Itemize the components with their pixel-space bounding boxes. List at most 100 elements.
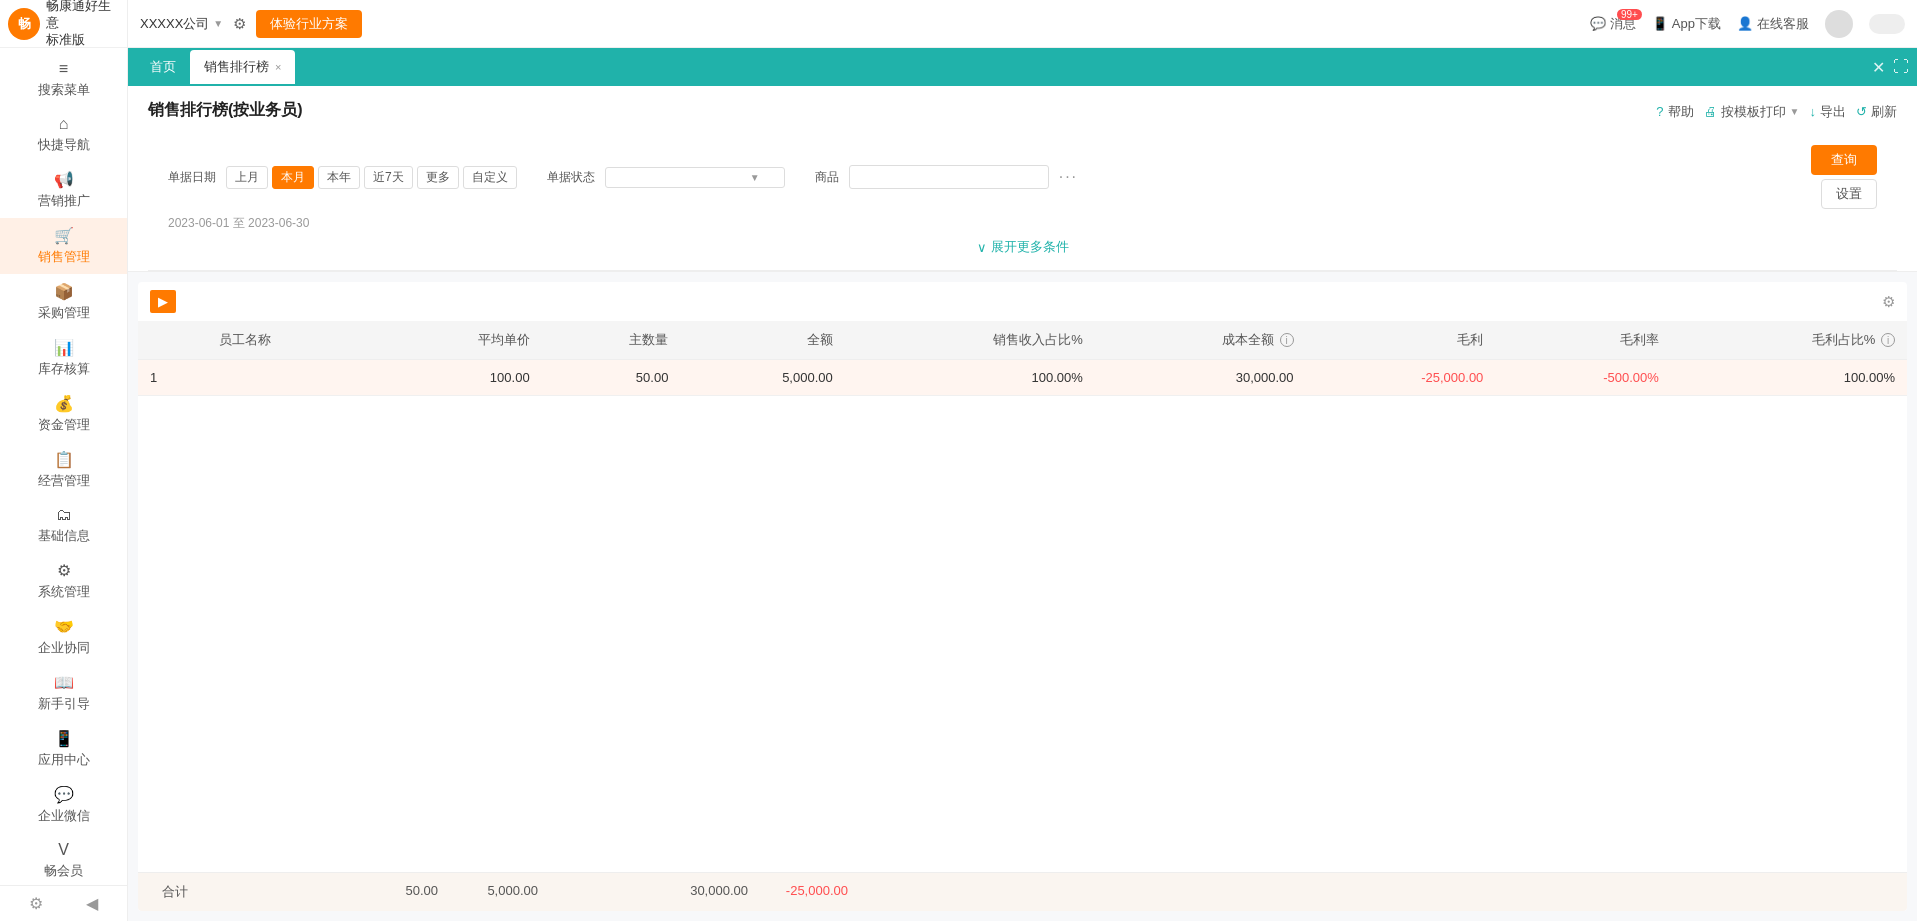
- data-table-container: ▶ ⚙ 员工名称 平均单价 主数量 全额 销售收入占比% 成本全额 i 毛利 毛: [138, 282, 1907, 911]
- table-empty-space: [138, 396, 1907, 872]
- refresh-label: 刷新: [1871, 103, 1897, 121]
- export-label: 导出: [1820, 103, 1846, 121]
- sidebar-item-2[interactable]: 📢 营销推广: [0, 162, 127, 218]
- date-btn-7days[interactable]: 近7天: [364, 166, 413, 189]
- col-gross-ratio: 毛利占比% i: [1671, 321, 1907, 360]
- app-label: App下载: [1672, 15, 1721, 33]
- cost-info-icon[interactable]: i: [1280, 333, 1294, 347]
- topbar-gear-icon[interactable]: ⚙: [233, 15, 246, 33]
- export-icon: ↓: [1810, 104, 1817, 119]
- company-selector[interactable]: XXXXX公司 ▼: [140, 15, 223, 33]
- tab-sales-ranking[interactable]: 销售排行榜 ×: [190, 50, 295, 84]
- help-button[interactable]: ? 帮助: [1656, 103, 1693, 121]
- query-button[interactable]: 查询: [1811, 145, 1877, 175]
- service-label: 在线客服: [1757, 15, 1809, 33]
- sidebar-item-9[interactable]: ⚙系统管理: [0, 553, 127, 609]
- sidebar-item-4[interactable]: 📦采购管理: [0, 274, 127, 330]
- export-button[interactable]: ↓ 导出: [1810, 103, 1847, 121]
- sidebar-item-6[interactable]: 💰资金管理: [0, 386, 127, 442]
- status-filter-label: 单据状态: [547, 169, 595, 186]
- date-filter-label: 单据日期: [168, 169, 216, 186]
- page-title: 销售排行榜(按业务员): [148, 100, 303, 121]
- date-btn-more[interactable]: 更多: [417, 166, 459, 189]
- sidebar-item-3[interactable]: 🛒销售管理: [0, 218, 127, 274]
- gross-ratio-info-icon[interactable]: i: [1881, 333, 1895, 347]
- sidebar-item-11[interactable]: 📖新手引导: [0, 665, 127, 721]
- nav-label-4: 采购管理: [38, 304, 90, 322]
- sidebar-item-13[interactable]: 💬企业微信: [0, 777, 127, 833]
- chevron-down-icon: ∨: [977, 240, 987, 255]
- tab-home-label: 首页: [150, 58, 176, 76]
- refresh-button[interactable]: ↺ 刷新: [1856, 103, 1897, 121]
- tab-close-icon[interactable]: ×: [275, 61, 281, 73]
- nav-icon-6: 💰: [54, 394, 74, 413]
- avatar[interactable]: [1825, 10, 1853, 38]
- goods-search-input[interactable]: [858, 170, 1040, 184]
- col-qty: 主数量: [542, 321, 681, 360]
- logo-icon: 畅: [8, 8, 40, 40]
- nav-label-10: 企业协同: [38, 639, 90, 657]
- trial-button[interactable]: 体验行业方案: [256, 10, 362, 38]
- nav-label-5: 库存核算: [38, 360, 90, 378]
- user-menu[interactable]: [1869, 14, 1905, 34]
- table-body: 1 100.00 50.00 5,000.00 100.00% 30,000.0…: [138, 360, 1907, 396]
- footer-avg-price: [270, 883, 360, 901]
- date-btn-custom[interactable]: 自定义: [463, 166, 517, 189]
- logo: 畅 畅康通好生意 标准版: [0, 0, 127, 48]
- tab-home[interactable]: 首页: [136, 50, 190, 84]
- settings-icon[interactable]: ⚙: [29, 894, 43, 913]
- date-btn-curr-month[interactable]: 本月: [272, 166, 314, 189]
- data-table: 员工名称 平均单价 主数量 全额 销售收入占比% 成本全额 i 毛利 毛利率 毛…: [138, 321, 1907, 396]
- service-icon: 👤: [1737, 16, 1753, 31]
- app-download-button[interactable]: 📱 App下载: [1652, 15, 1721, 33]
- col-rank: [138, 321, 207, 360]
- footer-label: 合计: [150, 883, 270, 901]
- print-icon: 🖨: [1704, 104, 1717, 119]
- filter-row-1: 单据日期 上月 本月 本年 近7天 更多 自定义 单据状态 ▼: [168, 145, 1877, 209]
- collapse-rows-button[interactable]: ▶: [150, 290, 176, 313]
- settings-button[interactable]: 设置: [1821, 179, 1877, 209]
- sidebar-item-5[interactable]: 📊 库存核算: [0, 330, 127, 386]
- sidebar-item-8[interactable]: 🗂基础信息: [0, 498, 127, 553]
- expand-conditions-button[interactable]: ∨ 展开更多条件: [977, 238, 1069, 256]
- print-button[interactable]: 🖨 按模板打印 ▼: [1704, 103, 1800, 121]
- message-button[interactable]: 💬 消息 99+: [1590, 15, 1636, 33]
- sidebar-item-0[interactable]: ≡搜索菜单: [0, 52, 127, 107]
- nav-icon-13: 💬: [54, 785, 74, 804]
- tabbar: 首页 销售排行榜 × ✕ ⛶: [128, 48, 1917, 86]
- footer-cost: 30,000.00: [660, 883, 760, 901]
- print-chevron-icon: ▼: [1790, 106, 1800, 117]
- topbar-right: 💬 消息 99+ 📱 App下载 👤 在线客服: [1590, 10, 1905, 38]
- date-range-text: 2023-06-01 至 2023-06-30: [168, 215, 1877, 232]
- more-options-button[interactable]: ···: [1059, 168, 1078, 186]
- nav-label-2: 营销推广: [38, 192, 90, 210]
- sidebar-item-12[interactable]: 📱应用中心: [0, 721, 127, 777]
- sidebar-item-14[interactable]: V畅会员: [0, 833, 127, 885]
- nav-label-14: 畅会员: [44, 862, 83, 880]
- column-settings-icon[interactable]: ⚙: [1882, 293, 1895, 311]
- nav-label-7: 经营管理: [38, 472, 90, 490]
- collapse-icon[interactable]: ◀: [86, 894, 98, 913]
- chevron-down-icon: ▼: [213, 18, 223, 29]
- footer-qty: 50.00: [360, 883, 450, 901]
- nav-label-8: 基础信息: [38, 527, 90, 545]
- sidebar-item-1[interactable]: ⌂快捷导航: [0, 107, 127, 162]
- filter-area: 单据日期 上月 本月 本年 近7天 更多 自定义 单据状态 ▼: [148, 133, 1897, 271]
- nav-icon-2: 📢: [54, 170, 74, 189]
- expand-label: 展开更多条件: [991, 238, 1069, 256]
- sidebar-item-10[interactable]: 🤝企业协同: [0, 609, 127, 665]
- col-cost: 成本全额 i: [1095, 321, 1306, 360]
- goods-input[interactable]: [849, 165, 1049, 189]
- maximize-icon[interactable]: ⛶: [1893, 58, 1909, 76]
- nav-icon-5: 📊: [54, 338, 74, 357]
- status-select[interactable]: ▼: [605, 167, 785, 188]
- date-btn-prev-month[interactable]: 上月: [226, 166, 268, 189]
- sidebar-item-7[interactable]: 📋经营管理: [0, 442, 127, 498]
- sidebar-nav: ≡搜索菜单⌂快捷导航 📢 营销推广 🛒销售管理📦采购管理 📊 库存核算 💰资金管理📋经营管理…: [0, 48, 127, 885]
- cell-amount: 5,000.00: [680, 360, 844, 396]
- date-btn-curr-year[interactable]: 本年: [318, 166, 360, 189]
- nav-label-12: 应用中心: [38, 751, 90, 769]
- logo-text: 畅康通好生意 标准版: [46, 0, 119, 49]
- online-service-button[interactable]: 👤 在线客服: [1737, 15, 1809, 33]
- close-window-icon[interactable]: ✕: [1872, 58, 1885, 77]
